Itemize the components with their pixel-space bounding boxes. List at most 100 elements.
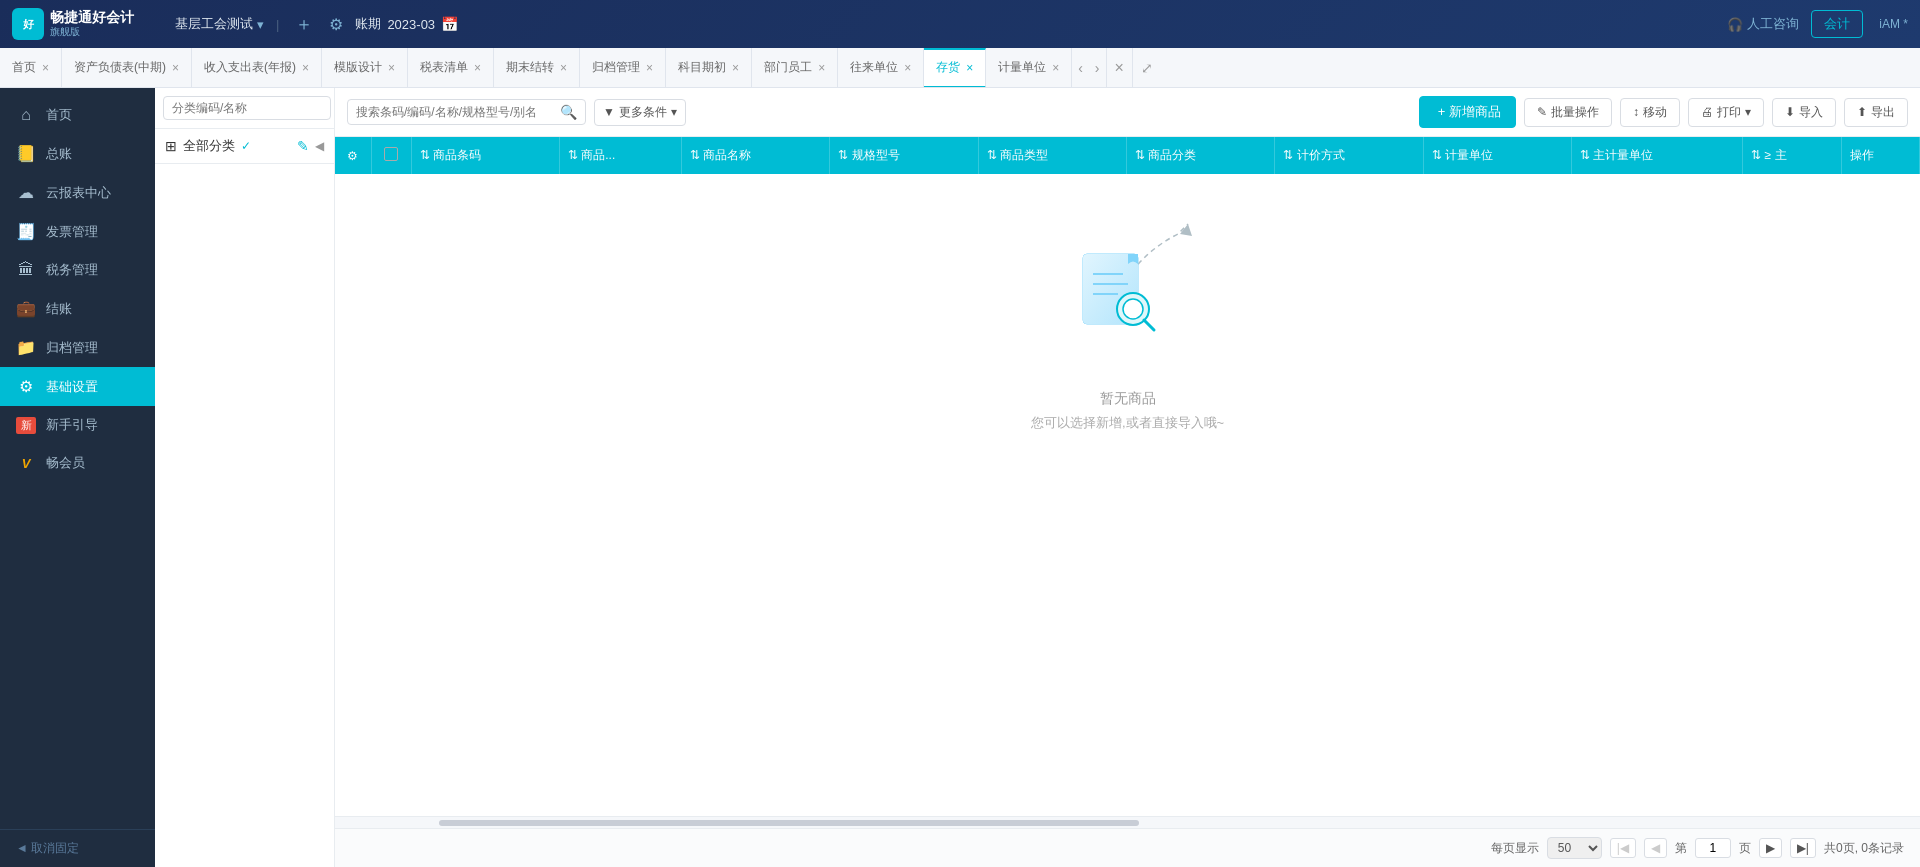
empty-document-icon bbox=[1068, 244, 1168, 344]
tab-counterpart[interactable]: 往来单位 × bbox=[838, 48, 924, 88]
period-value: 2023-03 bbox=[387, 17, 435, 32]
settings-gear-icon[interactable]: ⚙ bbox=[325, 15, 347, 34]
tab-archive[interactable]: 归档管理 × bbox=[580, 48, 666, 88]
tab-income[interactable]: 收入支出表(年报) × bbox=[192, 48, 322, 88]
tab-subject[interactable]: 科目期初 × bbox=[666, 48, 752, 88]
sidebar-item-home[interactable]: ⌂ 首页 bbox=[0, 96, 155, 134]
tab-inventory-close[interactable]: × bbox=[966, 61, 973, 75]
sidebar-item-invoice[interactable]: 🧾 发票管理 bbox=[0, 212, 155, 251]
nav-tax-label: 税务管理 bbox=[46, 261, 98, 279]
account-button[interactable]: 会计 bbox=[1811, 10, 1863, 38]
tab-archive-close[interactable]: × bbox=[646, 61, 653, 75]
help-label: 人工咨询 bbox=[1747, 15, 1799, 33]
svg-line-8 bbox=[1144, 320, 1154, 330]
member-icon: V bbox=[16, 456, 36, 471]
product-search-input[interactable] bbox=[356, 105, 556, 119]
tab-balance-close[interactable]: × bbox=[172, 61, 179, 75]
tab-income-close[interactable]: × bbox=[302, 61, 309, 75]
page-first-button[interactable]: |◀ bbox=[1610, 838, 1636, 858]
page-last-button[interactable]: ▶| bbox=[1790, 838, 1816, 858]
tab-counterpart-close[interactable]: × bbox=[904, 61, 911, 75]
category-label: 全部分类 bbox=[183, 137, 235, 155]
batch-label: 批量操作 bbox=[1551, 104, 1599, 121]
invoice-icon: 🧾 bbox=[16, 222, 36, 241]
batch-ops-button[interactable]: ✎ 批量操作 bbox=[1524, 98, 1612, 127]
empty-state: 暂无商品 您可以选择新增,或者直接导入哦~ bbox=[335, 174, 1920, 492]
tab-home-close[interactable]: × bbox=[42, 61, 49, 75]
page-label-end: 页 bbox=[1739, 840, 1751, 857]
tab-scroll-right[interactable]: › bbox=[1089, 48, 1106, 88]
export-icon: ⬆ bbox=[1857, 105, 1867, 119]
tab-dept[interactable]: 部门员工 × bbox=[752, 48, 838, 88]
add-product-label: + 新增商品 bbox=[1438, 103, 1501, 121]
page-input[interactable] bbox=[1695, 838, 1731, 858]
settlement-icon: 💼 bbox=[16, 299, 36, 318]
tab-period-close-btn[interactable]: × bbox=[560, 61, 567, 75]
nav-ledger-label: 总账 bbox=[46, 145, 72, 163]
tab-tax-label: 税表清单 bbox=[420, 59, 468, 76]
product-search-box: 🔍 bbox=[347, 99, 586, 125]
sidebar-item-ledger[interactable]: 📒 总账 bbox=[0, 134, 155, 173]
help-button[interactable]: 🎧 人工咨询 bbox=[1727, 15, 1799, 33]
page-size-select[interactable]: 50 20 100 200 bbox=[1547, 837, 1602, 859]
col-barcode: ⇅ 商品条码 bbox=[411, 137, 559, 174]
sidebar: ⌂ 首页 📒 总账 ☁ 云报表中心 🧾 发票管理 🏛 税务管理 💼 结账 bbox=[0, 88, 155, 867]
tab-template-close[interactable]: × bbox=[388, 61, 395, 75]
product-search-icon[interactable]: 🔍 bbox=[560, 104, 577, 120]
tab-tax-list[interactable]: 税表清单 × bbox=[408, 48, 494, 88]
page-prev-button[interactable]: ◀ bbox=[1644, 838, 1667, 858]
tab-archive-label: 归档管理 bbox=[592, 59, 640, 76]
tab-expand[interactable]: ⤢ bbox=[1132, 48, 1161, 88]
add-product-button[interactable]: + 新增商品 bbox=[1419, 96, 1516, 128]
sidebar-item-guide[interactable]: 新 新手引导 bbox=[0, 406, 155, 444]
print-button[interactable]: 🖨 打印 ▾ bbox=[1688, 98, 1764, 127]
calendar-icon[interactable]: 📅 bbox=[441, 16, 458, 32]
category-search-input[interactable] bbox=[163, 96, 331, 120]
tab-inventory[interactable]: 存货 × bbox=[924, 48, 986, 88]
col-category: ⇅ 商品分类 bbox=[1126, 137, 1274, 174]
empty-subtitle: 您可以选择新增,或者直接导入哦~ bbox=[1031, 414, 1224, 432]
tab-units-label: 计量单位 bbox=[998, 59, 1046, 76]
nav-invoice-label: 发票管理 bbox=[46, 223, 98, 241]
sidebar-item-tax[interactable]: 🏛 税务管理 bbox=[0, 251, 155, 289]
tab-units[interactable]: 计量单位 × bbox=[986, 48, 1072, 88]
tab-inventory-label: 存货 bbox=[936, 59, 960, 76]
col-settings[interactable]: ⚙ bbox=[335, 137, 371, 174]
tab-units-close[interactable]: × bbox=[1052, 61, 1059, 75]
svg-point-7 bbox=[1123, 299, 1143, 319]
category-collapse-icon[interactable]: ◀ bbox=[315, 139, 324, 153]
tab-scroll-left[interactable]: ‹ bbox=[1072, 48, 1089, 88]
move-button[interactable]: ↕ 移动 bbox=[1620, 98, 1680, 127]
scroll-thumb[interactable] bbox=[439, 820, 1139, 826]
category-search-box: 🔍 bbox=[155, 88, 334, 129]
sidebar-item-reports[interactable]: ☁ 云报表中心 bbox=[0, 173, 155, 212]
sidebar-unpin[interactable]: ◄ 取消固定 bbox=[0, 829, 155, 867]
add-tab-button[interactable]: ＋ bbox=[291, 12, 317, 36]
home-icon: ⌂ bbox=[16, 106, 36, 124]
sidebar-item-settings[interactable]: ⚙ 基础设置 bbox=[0, 367, 155, 406]
more-filters-button[interactable]: ▼ 更多条件 ▾ bbox=[594, 99, 686, 126]
tab-balance-sheet[interactable]: 资产负债表(中期) × bbox=[62, 48, 192, 88]
tab-subject-close[interactable]: × bbox=[732, 61, 739, 75]
tab-dept-close[interactable]: × bbox=[818, 61, 825, 75]
col-checkbox[interactable] bbox=[371, 137, 411, 174]
horizontal-scrollbar[interactable] bbox=[335, 816, 1920, 828]
tab-tax-close[interactable]: × bbox=[474, 61, 481, 75]
sidebar-item-settlement[interactable]: 💼 结账 bbox=[0, 289, 155, 328]
empty-title: 暂无商品 bbox=[1100, 390, 1156, 408]
sidebar-item-member[interactable]: V 畅会员 bbox=[0, 444, 155, 482]
tab-home[interactable]: 首页 × bbox=[0, 48, 62, 88]
tab-close-all[interactable]: × bbox=[1106, 48, 1132, 88]
tab-period-close[interactable]: 期末结转 × bbox=[494, 48, 580, 88]
print-arrow: ▾ bbox=[1745, 105, 1751, 119]
tab-template[interactable]: 模版设计 × bbox=[322, 48, 408, 88]
export-button[interactable]: ⬆ 导出 bbox=[1844, 98, 1908, 127]
tab-balance-label: 资产负债表(中期) bbox=[74, 59, 166, 76]
import-button[interactable]: ⬇ 导入 bbox=[1772, 98, 1836, 127]
category-edit-icon[interactable]: ✎ bbox=[297, 138, 309, 154]
sidebar-item-archive[interactable]: 📁 归档管理 bbox=[0, 328, 155, 367]
more-filters-label: 更多条件 bbox=[619, 104, 667, 121]
page-next-button[interactable]: ▶ bbox=[1759, 838, 1782, 858]
company-selector[interactable]: 基层工会测试 ▾ bbox=[175, 15, 264, 33]
col-type: ⇅ 商品类型 bbox=[978, 137, 1126, 174]
